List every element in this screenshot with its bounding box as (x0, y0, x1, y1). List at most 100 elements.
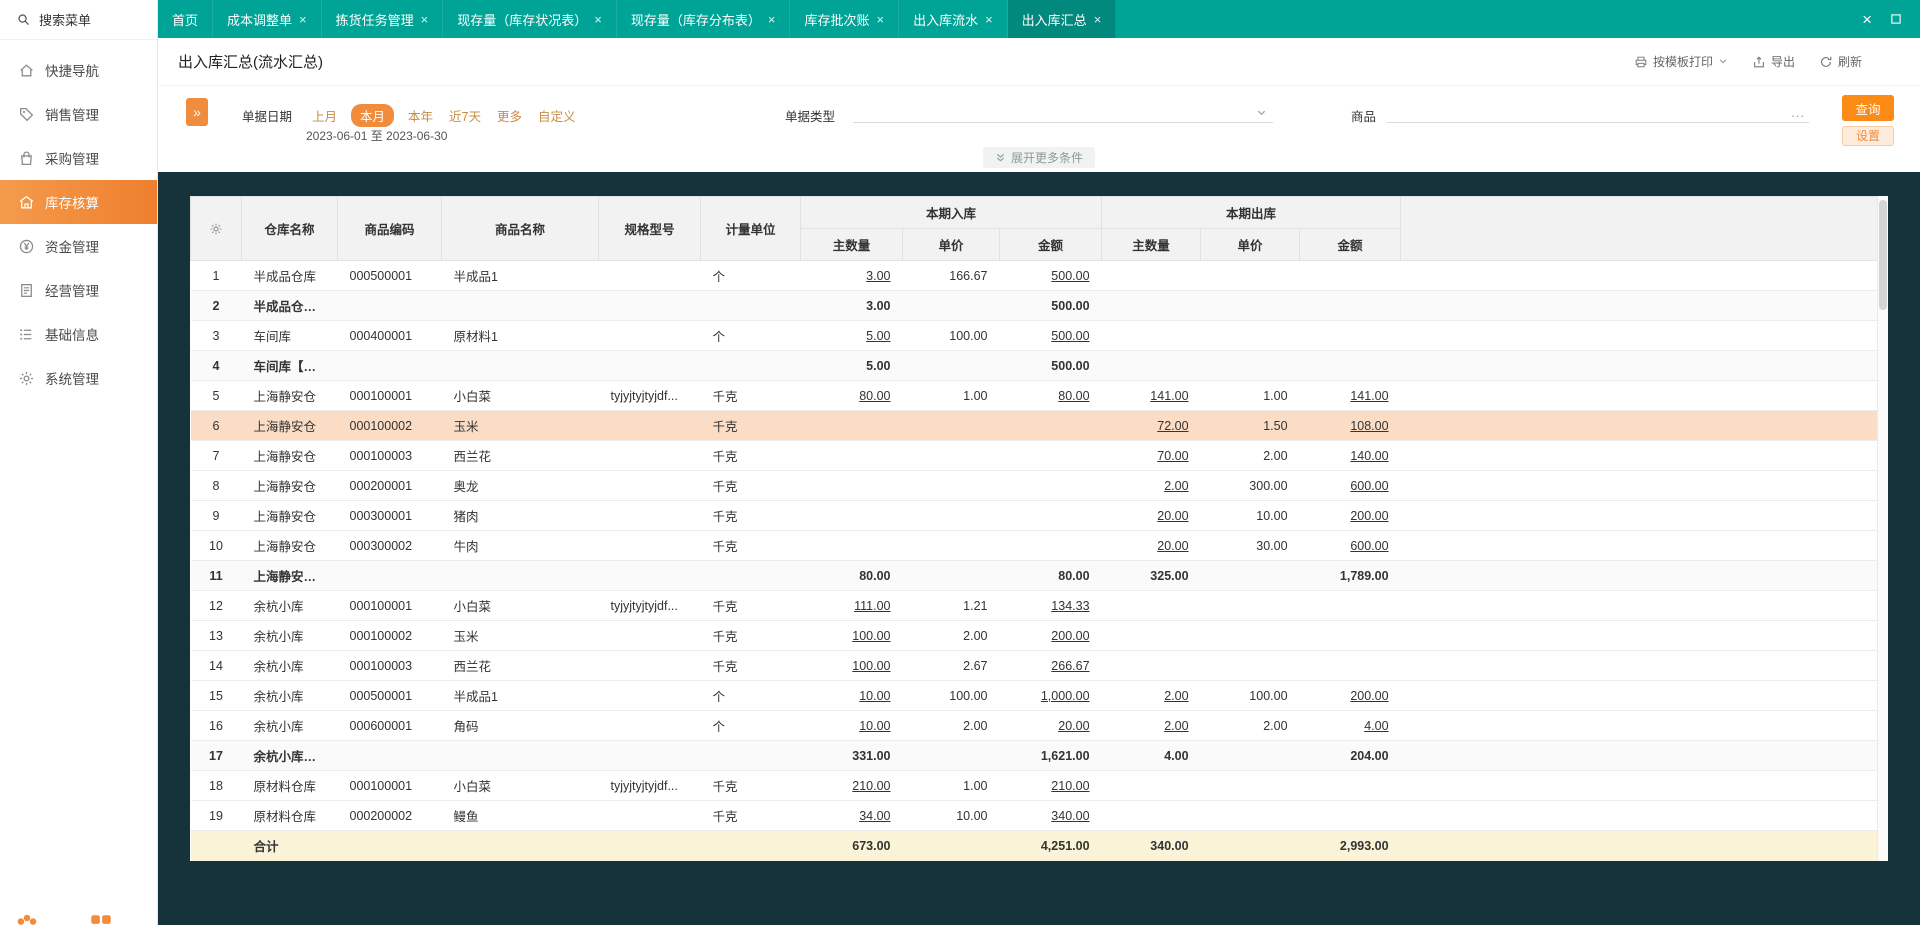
table-row[interactable]: 1 半成品仓库 000500001 半成品1 个 3.00 166.67 500.00 (190, 260, 1888, 291)
cell-out-amount-link[interactable]: 600.00 (1350, 479, 1388, 493)
cell-out-qty-link[interactable]: 72.00 (1157, 419, 1188, 433)
table-row[interactable]: 19 原材料仓库 000200002 鳗鱼 千克 34.00 10.00 340.00 (190, 800, 1888, 831)
cell-in-qty-link[interactable]: 210.00 (852, 779, 890, 793)
sidebar-item[interactable]: 快捷导航 (0, 48, 157, 92)
table-row[interactable]: 13 余杭小库 000100002 玉米 千克 100.00 2.00 200.00 (190, 620, 1888, 651)
header-out-amount[interactable]: 金额 (1299, 228, 1402, 261)
date-option[interactable]: 上月 (310, 104, 339, 127)
tab-close-icon[interactable]: × (768, 13, 776, 26)
cell-in-qty-link[interactable]: 100.00 (852, 659, 890, 673)
cell-in-qty-link[interactable]: 10.00 (859, 689, 890, 703)
header-spec[interactable]: 规格型号 (598, 196, 701, 261)
cell-in-amount-link[interactable]: 80.00 (1058, 389, 1089, 403)
tab[interactable]: 拣货任务管理 × (322, 0, 444, 38)
cell-in-amount-link[interactable]: 20.00 (1058, 719, 1089, 733)
table-row[interactable]: 8 上海静安仓 000200001 奥龙 千克 2.00 300.00 600.00 (190, 470, 1888, 501)
cell-in-amount-link[interactable]: 210.00 (1051, 779, 1089, 793)
sidebar-search-menu[interactable]: 搜索菜单 (0, 0, 157, 40)
sidebar-item[interactable]: 销售管理 (0, 92, 157, 136)
cell-in-qty-link[interactable]: 34.00 (859, 809, 890, 823)
header-out-price[interactable]: 单价 (1200, 228, 1301, 261)
date-option[interactable]: 本月 (351, 104, 395, 127)
table-row[interactable]: 17 余杭小库【... 331.00 1,621.00 4.00 204.00 (190, 740, 1888, 771)
search-button[interactable]: 查询 (1842, 95, 1894, 121)
doc-type-select[interactable] (853, 96, 1273, 123)
cell-out-amount-link[interactable]: 140.00 (1350, 449, 1388, 463)
cell-in-qty-link[interactable]: 80.00 (859, 389, 890, 403)
header-in-qty[interactable]: 主数量 (800, 228, 903, 261)
cell-in-qty-link[interactable]: 5.00 (866, 329, 890, 343)
table-row[interactable]: 4 车间库【小... 5.00 500.00 (190, 350, 1888, 381)
cell-out-qty-link[interactable]: 2.00 (1164, 719, 1188, 733)
header-product-code[interactable]: 商品编码 (337, 196, 442, 261)
sidebar-item[interactable]: 资金管理 (0, 224, 157, 268)
cell-in-qty-link[interactable]: 100.00 (852, 629, 890, 643)
product-more-button[interactable]: ... (1791, 105, 1805, 120)
cell-out-qty-link[interactable]: 20.00 (1157, 539, 1188, 553)
tab-close-icon[interactable]: × (421, 13, 429, 26)
tab[interactable]: 出入库流水 × (899, 0, 1008, 38)
cell-in-amount-link[interactable]: 200.00 (1051, 629, 1089, 643)
table-row[interactable]: 12 余杭小库 000100001 小白菜 tyjyjtyjtyjdf... 千克 111.… (190, 590, 1888, 621)
date-option[interactable]: 自定义 (536, 104, 578, 127)
table-row[interactable]: 10 上海静安仓 000300002 牛肉 千克 20.00 30.00 600.00 (190, 530, 1888, 561)
print-by-template-button[interactable]: 按模板打印 (1634, 53, 1728, 70)
header-product-name[interactable]: 商品名称 (441, 196, 599, 261)
cell-out-qty-link[interactable]: 2.00 (1164, 479, 1188, 493)
cell-in-amount-link[interactable]: 340.00 (1051, 809, 1089, 823)
header-warehouse[interactable]: 仓库名称 (241, 196, 338, 261)
tab[interactable]: 出入库汇总 × (1007, 0, 1117, 38)
cell-in-amount-link[interactable]: 134.33 (1051, 599, 1089, 613)
table-row[interactable]: 2 半成品仓库... 3.00 500.00 (190, 290, 1888, 321)
header-in-amount[interactable]: 金额 (998, 228, 1103, 261)
table-row[interactable]: 7 上海静安仓 000100003 西兰花 千克 70.00 2.00 140.00 (190, 440, 1888, 471)
cell-out-qty-link[interactable]: 141.00 (1150, 389, 1188, 403)
tab-close-icon[interactable]: × (1094, 13, 1102, 26)
sidebar-item[interactable]: 系统管理 (0, 356, 157, 400)
cell-out-qty-link[interactable]: 2.00 (1164, 689, 1188, 703)
cell-out-amount-link[interactable]: 4.00 (1364, 719, 1388, 733)
tab[interactable]: 库存批次账 × (790, 0, 900, 38)
sidebar-item[interactable]: 经营管理 (0, 268, 157, 312)
cell-in-qty-link[interactable]: 3.00 (866, 269, 890, 283)
cell-in-amount-link[interactable]: 266.67 (1051, 659, 1089, 673)
tab-close-icon[interactable]: × (299, 13, 307, 26)
tab-close-icon[interactable]: × (594, 13, 602, 26)
settings-button[interactable]: 设置 (1842, 126, 1894, 146)
refresh-button[interactable]: 刷新 (1819, 53, 1862, 70)
sidebar-item[interactable]: 采购管理 (0, 136, 157, 180)
maximize-icon[interactable] (1890, 13, 1902, 25)
table-row[interactable]: 15 余杭小库 000500001 半成品1 个 10.00 100.00 1,000.00 2… (190, 680, 1888, 711)
table-row[interactable]: 16 余杭小库 000600001 角码 个 10.00 2.00 20.00 2.00 2.00… (190, 710, 1888, 741)
table-row[interactable]: 14 余杭小库 000100003 西兰花 千克 100.00 2.67 266.67 (190, 650, 1888, 681)
cell-out-qty-link[interactable]: 20.00 (1157, 509, 1188, 523)
column-settings-button[interactable] (190, 196, 242, 261)
cell-out-amount-link[interactable]: 200.00 (1350, 689, 1388, 703)
table-row[interactable]: 6 上海静安仓 000100002 玉米 千克 72.00 1.50 108.00 (190, 410, 1888, 441)
cell-in-amount-link[interactable]: 500.00 (1051, 269, 1089, 283)
date-option[interactable]: 更多 (495, 104, 524, 127)
table-scrollbar[interactable] (1877, 196, 1888, 861)
sidebar-item[interactable]: 基础信息 (0, 312, 157, 356)
date-option[interactable]: 本年 (406, 104, 435, 127)
table-row[interactable]: 11 上海静安仓... 80.00 80.00 325.00 1,789.00 (190, 560, 1888, 591)
sidebar-item[interactable]: 库存核算 (0, 180, 157, 224)
cell-in-amount-link[interactable]: 1,000.00 (1041, 689, 1090, 703)
cell-out-amount-link[interactable]: 141.00 (1350, 389, 1388, 403)
tab[interactable]: 首页 (158, 0, 214, 38)
table-row[interactable]: 5 上海静安仓 000100001 小白菜 tyjyjtyjtyjdf... 千克 80.0… (190, 380, 1888, 411)
header-out-qty[interactable]: 主数量 (1101, 228, 1202, 261)
cell-in-qty-link[interactable]: 10.00 (859, 719, 890, 733)
cell-out-amount-link[interactable]: 600.00 (1350, 539, 1388, 553)
cell-out-amount-link[interactable]: 108.00 (1350, 419, 1388, 433)
tab[interactable]: 现存量（库存分布表） × (617, 0, 791, 38)
tab[interactable]: 现存量（库存状况表） × (443, 0, 617, 38)
table-row[interactable]: 9 上海静安仓 000300001 猪肉 千克 20.00 10.00 200.00 (190, 500, 1888, 531)
scrollbar-thumb[interactable] (1879, 200, 1887, 310)
product-input[interactable]: ... (1387, 96, 1809, 123)
cell-in-amount-link[interactable]: 500.00 (1051, 329, 1089, 343)
table-row[interactable]: 3 车间库 000400001 原材料1 个 5.00 100.00 500.00 (190, 320, 1888, 351)
expand-more-conditions-button[interactable]: 展开更多条件 (982, 147, 1096, 168)
close-icon[interactable]: × (1862, 11, 1872, 28)
cell-out-qty-link[interactable]: 70.00 (1157, 449, 1188, 463)
